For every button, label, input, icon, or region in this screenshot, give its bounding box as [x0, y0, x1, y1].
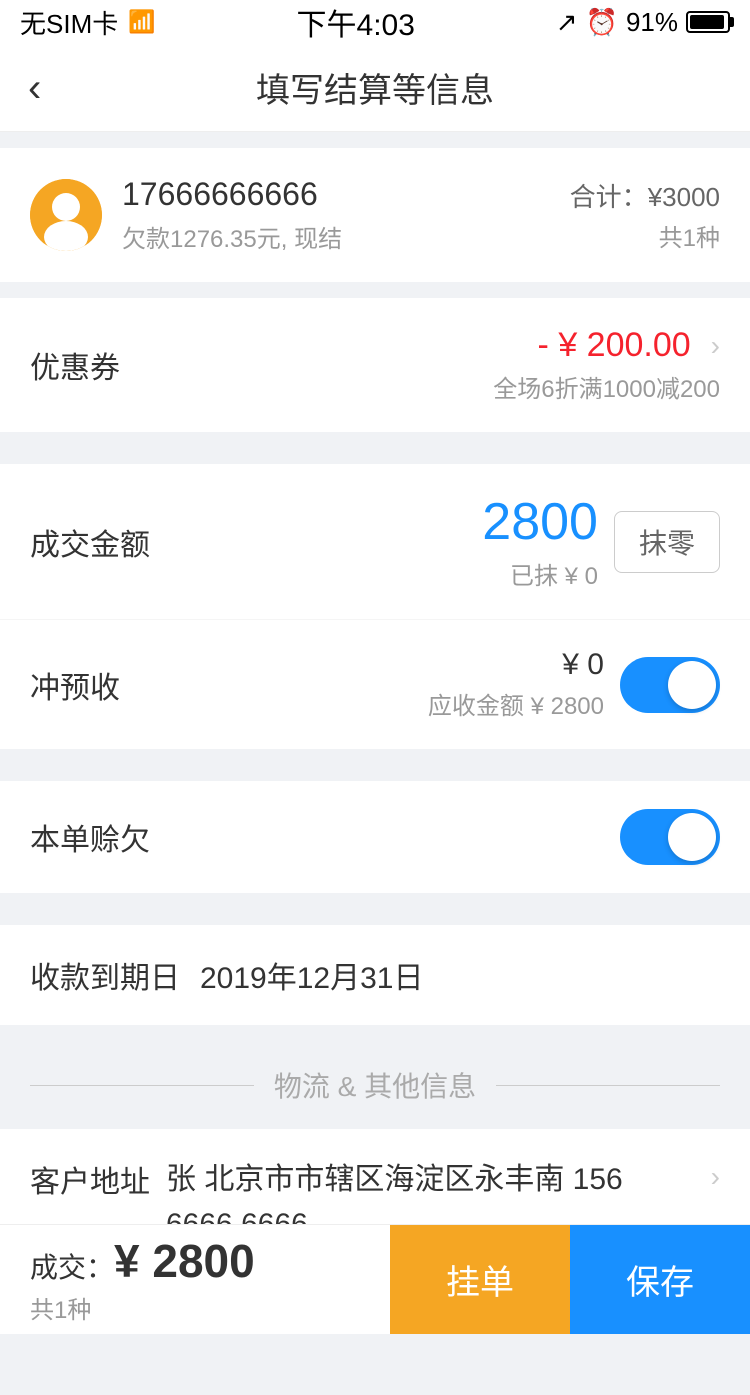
- status-left: 无SIM卡 📶: [20, 4, 156, 41]
- precharge-amount: ¥ 0: [428, 648, 604, 682]
- total-label: 合计：¥3000: [570, 177, 720, 214]
- page-title: 填写结算等信息: [256, 63, 494, 112]
- divider-4: [0, 893, 750, 909]
- customer-subtext: 欠款1276.35元, 现结: [122, 219, 342, 254]
- debt-section: 本单赊欠: [0, 781, 750, 893]
- precharge-amount-block: ¥ 0 应收金额 ¥ 2800: [428, 648, 604, 721]
- footer-info: 成交：¥ 2800 共1种: [0, 1234, 390, 1325]
- logistics-title: 物流 & 其他信息: [274, 1065, 476, 1105]
- address-label: 客户地址: [30, 1157, 150, 1201]
- deal-right: 2800 已抹 ¥ 0 抹零: [482, 492, 720, 591]
- precharge-sub: 应收金额 ¥ 2800: [428, 686, 604, 721]
- debt-label: 本单赊欠: [30, 815, 150, 859]
- deal-section: 成交金额 2800 已抹 ¥ 0 抹零 冲预收 ¥ 0 应收金额 ¥ 2800: [0, 464, 750, 749]
- battery-icon: [686, 11, 730, 33]
- gps-icon: ↗: [556, 7, 578, 38]
- customer-left: 17666666666 欠款1276.35元, 现结: [30, 176, 342, 254]
- wifi-icon: 📶: [128, 9, 155, 35]
- save-button[interactable]: 保存: [570, 1225, 750, 1334]
- back-button[interactable]: ‹: [28, 68, 41, 108]
- footer-deal-row: 成交：¥ 2800: [30, 1234, 360, 1288]
- address-chevron-icon: ›: [711, 1161, 720, 1193]
- debt-row: 本单赊欠: [0, 781, 750, 893]
- pending-button[interactable]: 挂单: [390, 1225, 570, 1334]
- customer-info: 17666666666 欠款1276.35元, 现结: [122, 176, 342, 254]
- avatar: [30, 179, 102, 251]
- logistics-line-right: [496, 1085, 720, 1086]
- toggle-thumb: [668, 661, 716, 709]
- coupon-value: - ¥ 200.00: [538, 326, 691, 365]
- divider-3: [0, 749, 750, 765]
- deal-label: 成交金额: [30, 520, 150, 564]
- customer-phone: 17666666666: [122, 176, 342, 213]
- coupon-right: - ¥ 200.00 › 全场6折满1000减200: [493, 326, 720, 404]
- chevron-right-icon: ›: [711, 330, 720, 362]
- carrier-text: 无SIM卡: [20, 4, 118, 41]
- deal-amount-row: 成交金额 2800 已抹 ¥ 0 抹零: [0, 464, 750, 620]
- logistics-header: 物流 & 其他信息: [0, 1041, 750, 1129]
- precharge-toggle[interactable]: [620, 657, 720, 713]
- divider-2: [0, 432, 750, 448]
- coupon-desc: 全场6折满1000减200: [493, 369, 720, 404]
- debt-toggle[interactable]: [620, 809, 720, 865]
- nav-bar: ‹ 填写结算等信息: [0, 44, 750, 132]
- battery-percent: 91%: [626, 7, 678, 38]
- customer-card: 17666666666 欠款1276.35元, 现结 合计：¥3000 共1种: [0, 148, 750, 282]
- precharge-label: 冲预收: [30, 663, 120, 707]
- round-zero-button[interactable]: 抹零: [614, 511, 720, 573]
- total-count: 共1种: [570, 218, 720, 253]
- status-time: 下午4:03: [297, 0, 415, 44]
- footer-buttons: 挂单 保存: [390, 1225, 750, 1334]
- debt-toggle-thumb: [668, 813, 716, 861]
- footer-bar: 成交：¥ 2800 共1种 挂单 保存: [0, 1224, 750, 1334]
- status-right: ↗ ⏰ 91%: [556, 7, 730, 38]
- debt-right: [620, 809, 720, 865]
- coupon-label: 优惠券: [30, 343, 120, 387]
- divider-1: [0, 282, 750, 298]
- footer-count: 共1种: [30, 1290, 360, 1325]
- customer-total: 合计：¥3000 共1种: [570, 177, 720, 253]
- due-date-row: 收款到期日 2019年12月31日: [0, 925, 750, 1025]
- divider-5: [0, 1025, 750, 1041]
- due-date-label: 收款到期日: [30, 953, 180, 997]
- footer-deal-amount: ¥ 2800: [114, 1235, 255, 1287]
- deal-amount: 2800: [482, 493, 598, 551]
- total-value: ¥3000: [648, 182, 720, 212]
- footer-deal-label: 成交：: [30, 1252, 114, 1283]
- precharge-right: ¥ 0 应收金额 ¥ 2800: [428, 648, 720, 721]
- coupon-row[interactable]: 优惠券 - ¥ 200.00 › 全场6折满1000减200: [0, 298, 750, 432]
- status-bar: 无SIM卡 📶 下午4:03 ↗ ⏰ 91%: [0, 0, 750, 44]
- logistics-line-left: [30, 1085, 254, 1086]
- due-date-value: 2019年12月31日: [200, 953, 423, 997]
- deal-sub: 已抹 ¥ 0: [482, 556, 598, 591]
- alarm-icon: ⏰: [586, 7, 618, 38]
- precharge-row: 冲预收 ¥ 0 应收金额 ¥ 2800: [0, 620, 750, 749]
